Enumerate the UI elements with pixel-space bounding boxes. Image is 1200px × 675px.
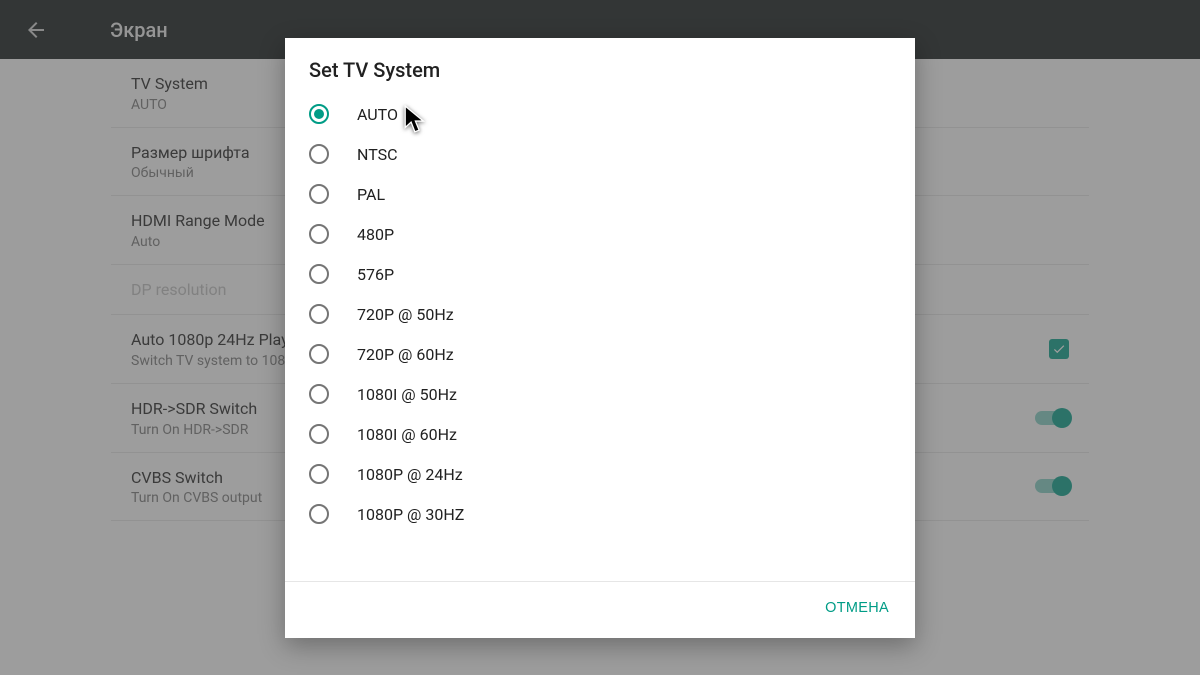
radio-icon xyxy=(309,344,329,364)
dialog-title: Set TV System xyxy=(285,38,915,94)
radio-option-label: AUTO xyxy=(357,105,398,124)
radio-option[interactable]: 480P xyxy=(285,214,915,254)
radio-icon xyxy=(309,464,329,484)
radio-icon xyxy=(309,384,329,404)
radio-icon xyxy=(309,264,329,284)
radio-option-label: 576P xyxy=(357,265,394,284)
radio-icon xyxy=(309,144,329,164)
radio-icon xyxy=(309,424,329,444)
radio-option[interactable]: NTSC xyxy=(285,134,915,174)
radio-option-label: 720P @ 50Hz xyxy=(357,305,454,324)
radio-option-label: 1080I @ 60Hz xyxy=(357,425,457,444)
radio-option-label: 1080P @ 30HZ xyxy=(357,505,464,524)
radio-option[interactable]: 1080P @ 24Hz xyxy=(285,454,915,494)
dialog-options: AUTO NTSC PAL 480P 576P 720P @ 50Hz 720P @ 60H… xyxy=(285,94,915,581)
radio-icon xyxy=(309,104,329,124)
radio-option-label: 1080I @ 50Hz xyxy=(357,385,457,404)
radio-option[interactable]: 576P xyxy=(285,254,915,294)
radio-option-label: PAL xyxy=(357,185,385,204)
radio-option[interactable]: PAL xyxy=(285,174,915,214)
radio-icon xyxy=(309,504,329,524)
radio-icon xyxy=(309,184,329,204)
radio-option-label: NTSC xyxy=(357,145,398,164)
radio-icon xyxy=(309,304,329,324)
tv-system-dialog: Set TV System AUTO NTSC PAL 480P 576P 720P @ … xyxy=(285,38,915,638)
radio-option[interactable]: 1080I @ 50Hz xyxy=(285,374,915,414)
radio-option[interactable]: 1080I @ 60Hz xyxy=(285,414,915,454)
radio-option-label: 1080P @ 24Hz xyxy=(357,465,463,484)
radio-option[interactable]: 720P @ 60Hz xyxy=(285,334,915,374)
radio-option[interactable]: 720P @ 50Hz xyxy=(285,294,915,334)
radio-option-label: 480P xyxy=(357,225,394,244)
radio-option-label: 720P @ 60Hz xyxy=(357,345,454,364)
radio-option[interactable]: AUTO xyxy=(285,94,915,134)
dialog-actions: ОТМЕНА xyxy=(285,581,915,638)
radio-icon xyxy=(309,224,329,244)
radio-option[interactable]: 1080P @ 30HZ xyxy=(285,494,915,534)
cancel-button[interactable]: ОТМЕНА xyxy=(813,592,901,624)
